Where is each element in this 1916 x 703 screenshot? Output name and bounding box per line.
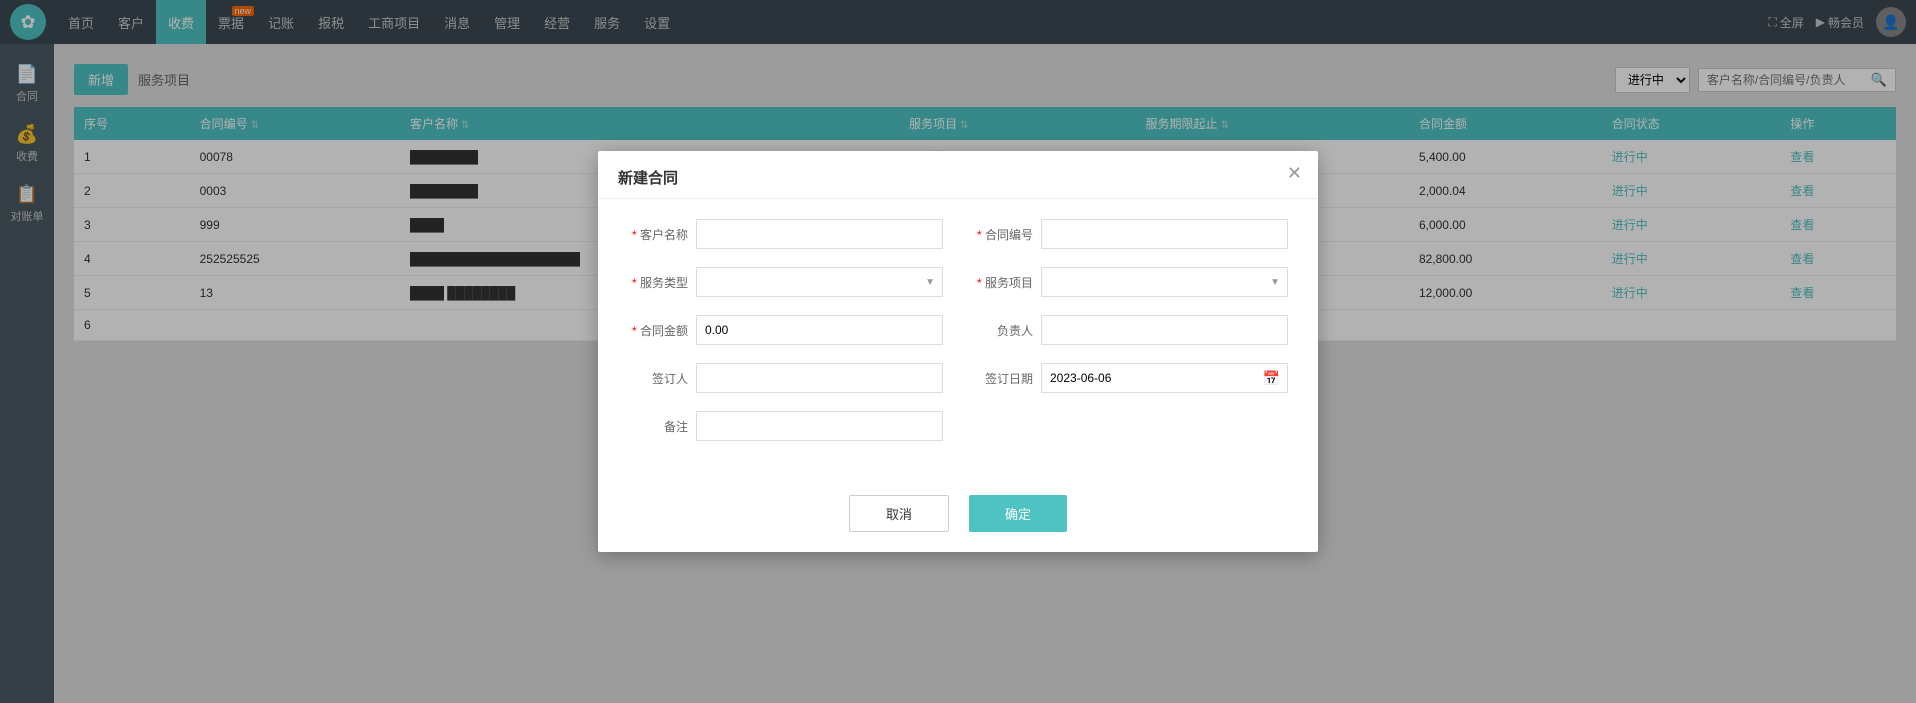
- modal-footer: 取消 确定: [598, 479, 1318, 552]
- service-item-select[interactable]: [1041, 267, 1288, 297]
- sign-date-wrap: 📅: [1041, 363, 1288, 393]
- form-row-4: 签订人 签订日期 📅: [628, 363, 1288, 393]
- signer-label: 签订人: [628, 370, 688, 387]
- service-type-select-wrap: ▼: [696, 267, 943, 297]
- responsible-field: 负责人: [973, 315, 1288, 345]
- signer-field: 签订人: [628, 363, 943, 393]
- contract-amount-input[interactable]: [696, 315, 943, 345]
- customer-name-label: 客户名称: [628, 226, 688, 243]
- customer-name-input[interactable]: [696, 219, 943, 249]
- contract-amount-label: 合同金额: [628, 322, 688, 339]
- modal-title: 新建合同: [618, 170, 678, 187]
- cancel-button[interactable]: 取消: [849, 495, 949, 532]
- remark-label: 备注: [628, 418, 688, 435]
- customer-name-field: 客户名称: [628, 219, 943, 249]
- modal-overlay: 新建合同 ✕ 客户名称 合同编号 服务类型: [0, 0, 1916, 703]
- confirm-button[interactable]: 确定: [969, 495, 1067, 532]
- sign-date-label: 签订日期: [973, 370, 1033, 387]
- service-item-select-wrap: ▼: [1041, 267, 1288, 297]
- modal-body: 客户名称 合同编号 服务类型 ▼ 服务项目: [598, 199, 1318, 479]
- responsible-input[interactable]: [1041, 315, 1288, 345]
- sign-date-input[interactable]: [1041, 363, 1288, 393]
- service-type-label: 服务类型: [628, 274, 688, 291]
- service-item-field: 服务项目 ▼: [973, 267, 1288, 297]
- remark-input[interactable]: [696, 411, 943, 441]
- new-contract-modal: 新建合同 ✕ 客户名称 合同编号 服务类型: [598, 151, 1318, 552]
- contract-no-input[interactable]: [1041, 219, 1288, 249]
- service-item-label: 服务项目: [973, 274, 1033, 291]
- signer-input[interactable]: [696, 363, 943, 393]
- form-row-3: 合同金额 负责人: [628, 315, 1288, 345]
- responsible-label: 负责人: [973, 322, 1033, 339]
- service-type-field: 服务类型 ▼: [628, 267, 943, 297]
- contract-amount-field: 合同金额: [628, 315, 943, 345]
- remark-field: 备注: [628, 411, 943, 441]
- contract-no-field: 合同编号: [973, 219, 1288, 249]
- sign-date-field: 签订日期 📅: [973, 363, 1288, 393]
- form-row-5: 备注: [628, 411, 1288, 441]
- contract-no-label: 合同编号: [973, 226, 1033, 243]
- form-row-2: 服务类型 ▼ 服务项目 ▼: [628, 267, 1288, 297]
- close-button[interactable]: ✕: [1287, 163, 1302, 184]
- modal-header: 新建合同: [598, 151, 1318, 199]
- service-type-select[interactable]: [696, 267, 943, 297]
- form-row-1: 客户名称 合同编号: [628, 219, 1288, 249]
